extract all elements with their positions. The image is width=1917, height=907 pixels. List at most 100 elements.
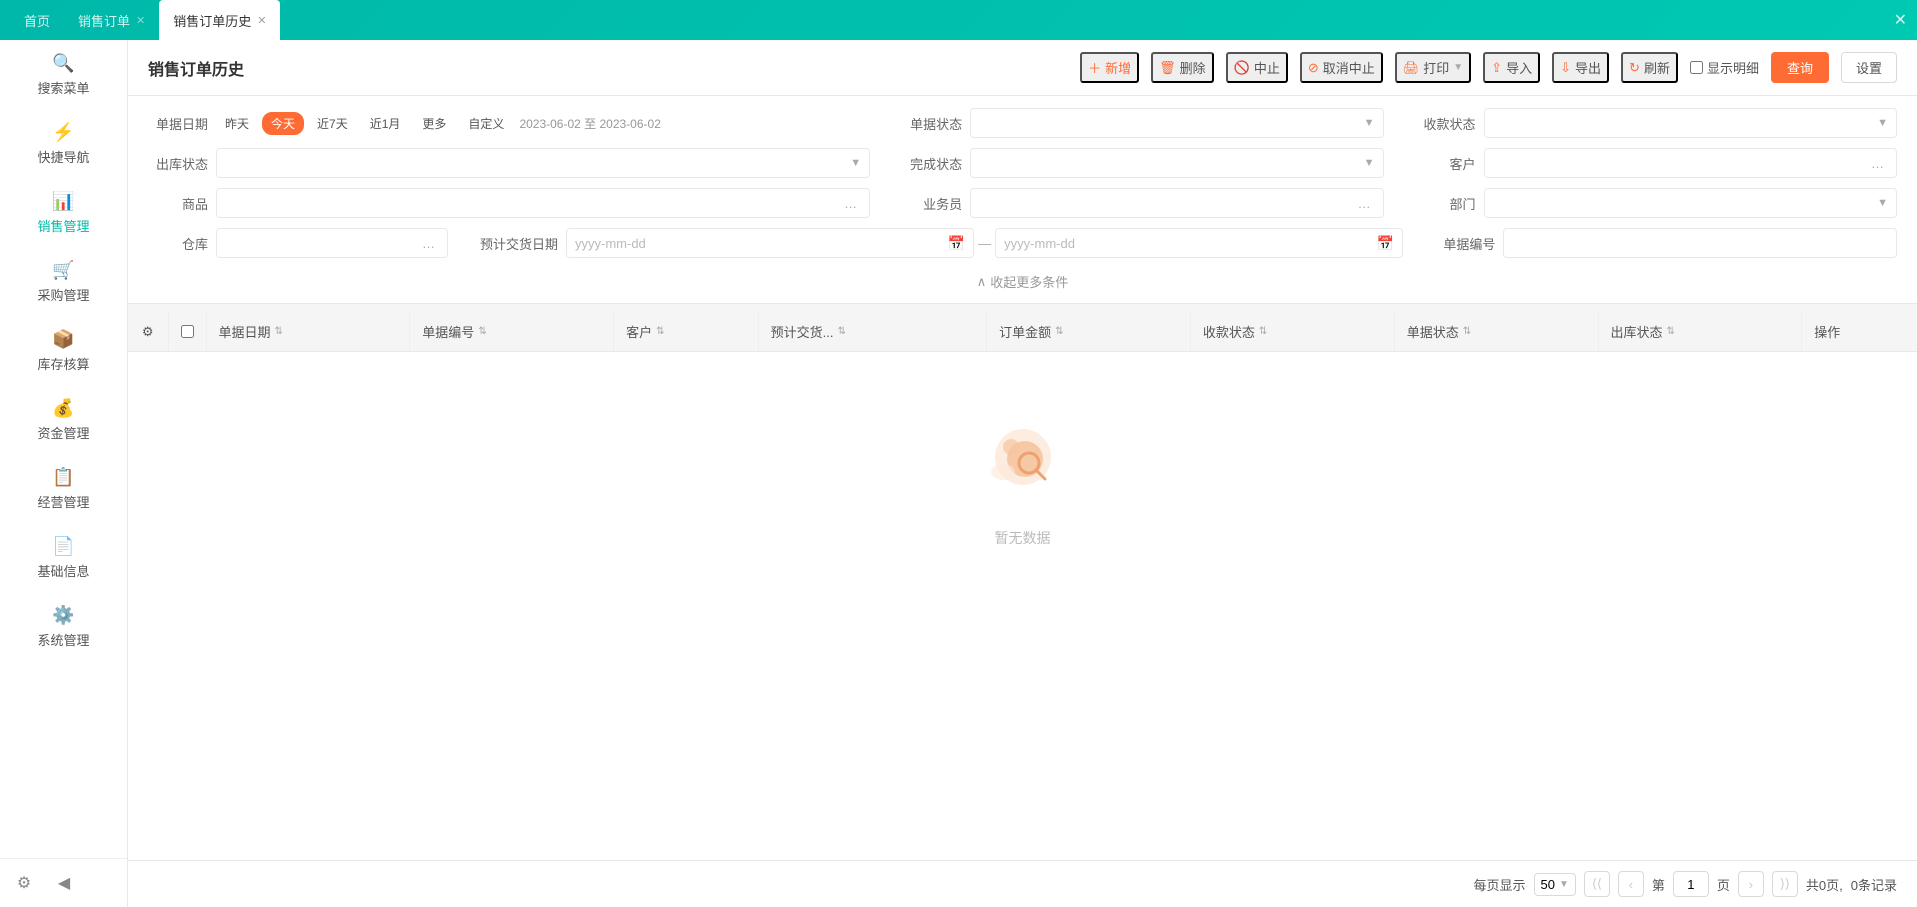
goods-input[interactable]: … [216, 188, 870, 218]
page-input[interactable] [1673, 871, 1709, 897]
delivery-date-group: yyyy-mm-dd 📅 — yyyy-mm-dd 📅 [566, 228, 1403, 258]
date-btn-7days[interactable]: 近7天 [308, 112, 357, 135]
cancel-stop-button[interactable]: ⊘ 取消中止 [1300, 52, 1383, 83]
filter-goods: 商品 … [148, 188, 870, 218]
stop-button[interactable]: 🚫 中止 [1226, 52, 1288, 83]
sidebar-item-finance-label: 资金管理 [37, 423, 89, 442]
prev-page-btn[interactable]: ‹ [1618, 871, 1644, 897]
date-btn-1month[interactable]: 近1月 [361, 112, 410, 135]
header-checkbox[interactable] [181, 325, 194, 338]
delivery-date-from-text: yyyy-mm-dd [575, 236, 944, 251]
date-btn-more[interactable]: 更多 [413, 112, 455, 135]
complete-status-select[interactable]: ▼ [970, 148, 1383, 178]
query-button[interactable]: 查询 [1771, 52, 1829, 83]
th-delivery-sort[interactable]: 预计交货... ⇅ [771, 322, 974, 341]
tab-sales-order-history-close[interactable]: ✕ [257, 14, 266, 27]
th-receipt-status-sort[interactable]: 收款状态 ⇅ [1203, 322, 1382, 341]
sidebar-collapse-btn[interactable]: ◀ [48, 867, 80, 899]
date-btn-yesterday[interactable]: 昨天 [216, 112, 258, 135]
filter-dept: 部门 ▼ [1416, 188, 1897, 218]
th-outbound-status-sort[interactable]: 出库状态 ⇅ [1611, 322, 1790, 341]
th-bill-no: 单据编号 ⇅ [410, 312, 614, 352]
bill-no-input[interactable] [1503, 228, 1897, 258]
complete-status-label: 完成状态 [902, 154, 962, 173]
th-date-sort[interactable]: 单据日期 ⇅ [219, 322, 398, 341]
bill-status-select[interactable]: ▼ [970, 108, 1383, 138]
export-button[interactable]: ⇩ 导出 [1552, 52, 1609, 83]
last-page-btn[interactable]: ⟩⟩ [1772, 871, 1798, 897]
per-page-arrow-icon: ▼ [1559, 879, 1569, 890]
show-detail-label: 显示明细 [1707, 58, 1759, 77]
th-amount-sort[interactable]: 订单金额 ⇅ [999, 322, 1178, 341]
tab-sales-order[interactable]: 销售订单 ✕ [64, 0, 159, 40]
settings-icon[interactable]: ⚙ [142, 324, 154, 339]
filter-area: 单据日期 昨天 今天 近7天 近1月 更多 自定义 2023-06-02 至 2… [128, 96, 1917, 304]
ops-icon: 📋 [53, 466, 75, 488]
per-page-value: 50 [1541, 877, 1555, 892]
th-checkbox[interactable] [168, 312, 206, 352]
empty-illustration [973, 412, 1073, 512]
sidebar-item-sales-mgmt[interactable]: 📊 销售管理 [0, 178, 127, 247]
sidebar-item-sys-mgmt[interactable]: ⚙️ 系统管理 [0, 592, 127, 661]
new-button[interactable]: ＋ 新增 [1080, 52, 1139, 83]
receipt-status-select[interactable]: ▼ [1484, 108, 1897, 138]
delivery-date-to[interactable]: yyyy-mm-dd 📅 [995, 228, 1403, 258]
total-records: 0条记录 [1851, 875, 1897, 894]
stop-icon: 🚫 [1234, 60, 1250, 76]
filter-salesperson: 业务员 … [902, 188, 1383, 218]
set-button[interactable]: 设置 [1841, 52, 1897, 83]
tab-sales-order-history[interactable]: 销售订单历史 ✕ [159, 0, 280, 40]
sidebar-item-purchase-mgmt-label: 采购管理 [37, 285, 89, 304]
th-bill-no-sort[interactable]: 单据编号 ⇅ [422, 322, 601, 341]
dept-select[interactable]: ▼ [1484, 188, 1897, 218]
import-button[interactable]: ⇪ 导入 [1483, 52, 1540, 83]
print-arrow-icon: ▼ [1453, 62, 1463, 73]
sidebar-item-search-menu[interactable]: 🔍 搜索菜单 [0, 40, 127, 109]
refresh-button[interactable]: ↻ 刷新 [1621, 52, 1678, 83]
first-page-btn[interactable]: ⟨⟨ [1584, 871, 1610, 897]
tab-home[interactable]: 首页 [10, 0, 64, 40]
sidebar-item-sys-mgmt-label: 系统管理 [37, 630, 89, 649]
th-bill-status-sort[interactable]: 单据状态 ⇅ [1407, 322, 1586, 341]
close-window-btn[interactable]: ✕ [1894, 10, 1907, 30]
per-page-label: 每页显示 [1474, 875, 1526, 894]
next-page-btn[interactable]: › [1738, 871, 1764, 897]
customer-input[interactable]: … [1484, 148, 1897, 178]
warehouse-input[interactable]: … [216, 228, 448, 258]
warehouse-more-icon[interactable]: … [418, 236, 439, 251]
print-button[interactable]: 🖨 打印 ▼ [1395, 52, 1471, 83]
outbound-status-select[interactable]: ▼ [216, 148, 870, 178]
date-control: 昨天 今天 近7天 近1月 更多 自定义 2023-06-02 至 2023-0… [216, 112, 870, 135]
customer-more-icon[interactable]: … [1867, 156, 1888, 171]
page-label: 第 [1652, 875, 1665, 894]
sidebar-item-finance[interactable]: 💰 资金管理 [0, 385, 127, 454]
date-btn-today[interactable]: 今天 [262, 112, 304, 135]
th-customer-sort[interactable]: 客户 ⇅ [626, 322, 746, 341]
sidebar-item-quick-nav[interactable]: ⚡ 快捷导航 [0, 109, 127, 178]
sidebar-item-purchase-mgmt[interactable]: 🛒 采购管理 [0, 247, 127, 316]
calendar-to-icon: 📅 [1377, 235, 1394, 252]
print-icon: 🖨 [1403, 60, 1420, 76]
delivery-date-from[interactable]: yyyy-mm-dd 📅 [566, 228, 974, 258]
collapse-row[interactable]: ∧ 收起更多条件 [148, 268, 1897, 291]
tab-sales-order-close[interactable]: ✕ [136, 14, 145, 27]
customer-label: 客户 [1416, 154, 1476, 173]
sidebar-item-ops[interactable]: 📋 经营管理 [0, 454, 127, 523]
sidebar-settings-btn[interactable]: ⚙ [8, 867, 40, 899]
th-setting[interactable]: ⚙ [128, 312, 168, 352]
goods-more-icon[interactable]: … [840, 196, 861, 211]
show-detail-input[interactable] [1690, 61, 1703, 74]
show-detail-checkbox[interactable]: 显示明细 [1690, 58, 1759, 77]
cancel-stop-label: 取消中止 [1323, 58, 1375, 77]
pagination: 每页显示 50 ▼ ⟨⟨ ‹ 第 页 › ⟩⟩ 共0页, 0条记录 [128, 860, 1917, 907]
sidebar-item-inventory[interactable]: 📦 库存核算 [0, 316, 127, 385]
delete-button[interactable]: 🗑 删除 [1151, 52, 1214, 83]
sidebar-item-inventory-label: 库存核算 [37, 354, 89, 373]
salesperson-more-icon[interactable]: … [1354, 196, 1375, 211]
salesperson-input[interactable]: … [970, 188, 1383, 218]
per-page-select[interactable]: 50 ▼ [1534, 873, 1576, 896]
th-date-sort-icon: ⇅ [275, 326, 283, 337]
sidebar-item-base-info[interactable]: 📄 基础信息 [0, 523, 127, 592]
date-btn-custom[interactable]: 自定义 [459, 112, 513, 135]
th-customer-label: 客户 [626, 322, 652, 341]
